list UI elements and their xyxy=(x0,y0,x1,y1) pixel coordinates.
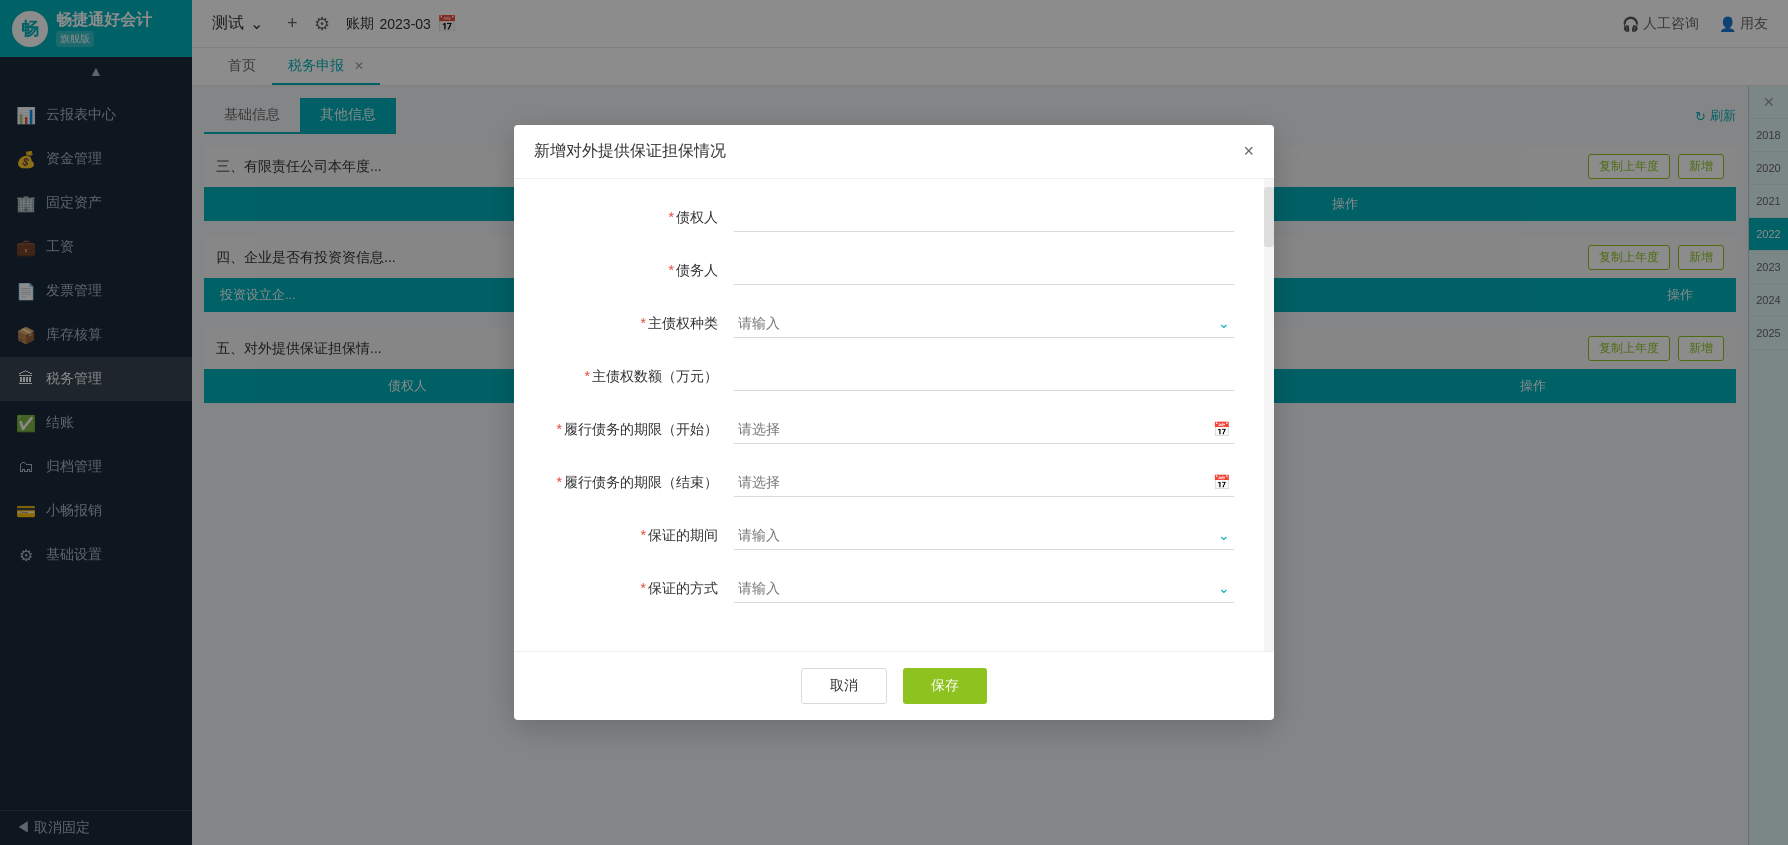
dialog-scrollbar-thumb xyxy=(1264,187,1274,247)
form-row-period-start: *履行债务的期限（开始） 📅 xyxy=(554,415,1234,444)
dialog-close-icon[interactable]: × xyxy=(1243,141,1254,162)
form-input-creditor[interactable] xyxy=(734,203,1234,232)
dialog-title: 新增对外提供保证担保情况 xyxy=(534,141,726,162)
form-input-creditor-amount[interactable] xyxy=(734,362,1234,391)
form-date-input-period-end[interactable] xyxy=(734,468,1213,496)
form-select-guarantee-method[interactable]: ⌄ xyxy=(734,574,1234,603)
form-label-guarantee-method: *保证的方式 xyxy=(554,580,734,598)
dialog-scrollbar xyxy=(1264,179,1274,651)
creditor-type-chevron-icon[interactable]: ⌄ xyxy=(1218,315,1234,331)
save-button[interactable]: 保存 xyxy=(903,668,987,704)
form-select-creditor-type[interactable]: ⌄ xyxy=(734,309,1234,338)
form-select-input-guarantee-period[interactable] xyxy=(734,521,1218,549)
form-row-creditor-type: *主债权种类 ⌄ xyxy=(554,309,1234,338)
guarantee-method-chevron-icon[interactable]: ⌄ xyxy=(1218,580,1234,596)
cancel-button[interactable]: 取消 xyxy=(801,668,887,704)
form-row-period-end: *履行债务的期限（结束） 📅 xyxy=(554,468,1234,497)
form-row-guarantee-method: *保证的方式 ⌄ xyxy=(554,574,1234,603)
form-select-input-creditor-type[interactable] xyxy=(734,309,1218,337)
modal-overlay: 新增对外提供保证担保情况 × *债权人 *债务人 *主债权种类 xyxy=(0,0,1788,845)
dialog-footer: 取消 保存 xyxy=(514,651,1274,720)
form-label-creditor-type: *主债权种类 xyxy=(554,315,734,333)
form-select-guarantee-period[interactable]: ⌄ xyxy=(734,521,1234,550)
form-select-input-guarantee-method[interactable] xyxy=(734,574,1218,602)
form-label-guarantee-period: *保证的期间 xyxy=(554,527,734,545)
period-end-calendar-icon[interactable]: 📅 xyxy=(1213,474,1234,490)
period-start-calendar-icon[interactable]: 📅 xyxy=(1213,421,1234,437)
form-date-period-end[interactable]: 📅 xyxy=(734,468,1234,497)
guarantee-period-chevron-icon[interactable]: ⌄ xyxy=(1218,527,1234,543)
form-row-creditor-amount: *主债权数额（万元） xyxy=(554,362,1234,391)
form-label-debtor: *债务人 xyxy=(554,262,734,280)
dialog-header: 新增对外提供保证担保情况 × xyxy=(514,125,1274,179)
form-date-input-period-start[interactable] xyxy=(734,415,1213,443)
form-row-debtor: *债务人 xyxy=(554,256,1234,285)
form-row-creditor: *债权人 xyxy=(554,203,1234,232)
form-label-creditor: *债权人 xyxy=(554,209,734,227)
form-label-creditor-amount: *主债权数额（万元） xyxy=(554,368,734,386)
form-input-debtor[interactable] xyxy=(734,256,1234,285)
dialog-body: *债权人 *债务人 *主债权种类 ⌄ xyxy=(514,179,1274,651)
form-label-period-end: *履行债务的期限（结束） xyxy=(554,474,734,492)
form-row-guarantee-period: *保证的期间 ⌄ xyxy=(554,521,1234,550)
form-date-period-start[interactable]: 📅 xyxy=(734,415,1234,444)
dialog: 新增对外提供保证担保情况 × *债权人 *债务人 *主债权种类 xyxy=(514,125,1274,720)
form-label-period-start: *履行债务的期限（开始） xyxy=(554,421,734,439)
